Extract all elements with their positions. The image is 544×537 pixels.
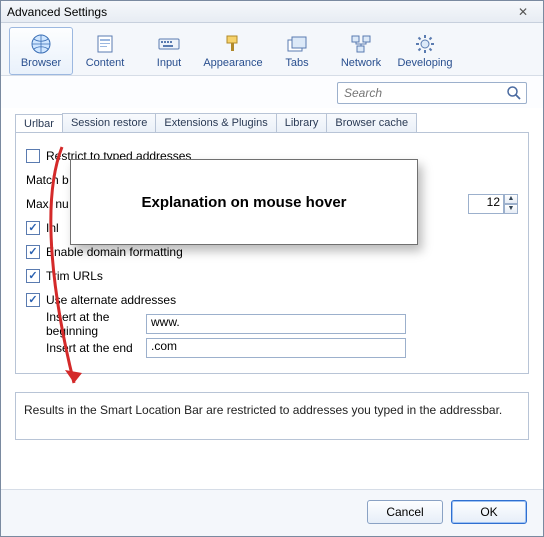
tabstrip: Urlbar Session restore Extensions & Plug… xyxy=(15,108,529,132)
checkbox-altaddr[interactable] xyxy=(26,293,40,307)
spinner-max[interactable]: 12 ▲ ▼ xyxy=(468,194,518,214)
help-description: Results in the Smart Location Bar are re… xyxy=(15,392,529,440)
network-icon xyxy=(350,33,372,55)
dialog-buttons: Cancel OK xyxy=(1,489,543,536)
search-icon xyxy=(506,85,522,101)
toolbar-label: Content xyxy=(86,57,125,69)
label-domainfmt: Enable domain formatting xyxy=(46,245,183,259)
checkbox-restrict[interactable] xyxy=(26,149,40,163)
row-insert-begin: Insert at the beginning www. xyxy=(26,313,518,335)
search-box[interactable] xyxy=(337,82,527,104)
tabs-icon xyxy=(286,33,308,55)
toolbar-label: Input xyxy=(157,57,181,69)
spinner-value[interactable]: 12 xyxy=(468,194,504,214)
document-icon xyxy=(94,33,116,55)
input-insert-end[interactable]: .com xyxy=(146,338,406,358)
spinner-up-icon[interactable]: ▲ xyxy=(504,194,518,204)
row-trim: Trim URLs xyxy=(26,265,518,287)
keyboard-icon xyxy=(158,33,180,55)
row-altaddr: Use alternate addresses xyxy=(26,289,518,311)
toolbar-item-input[interactable]: Input xyxy=(137,27,201,75)
tab-urlbar[interactable]: Urlbar xyxy=(15,114,63,133)
tab-browser-cache[interactable]: Browser cache xyxy=(326,113,417,132)
panel-urlbar: Restrict to typed addresses Match b Max.… xyxy=(15,132,529,374)
close-icon[interactable]: ✕ xyxy=(509,5,537,19)
tab-extensions-plugins[interactable]: Extensions & Plugins xyxy=(155,113,276,132)
window: Advanced Settings ✕ Browser Content Inpu… xyxy=(0,0,544,537)
label-altaddr: Use alternate addresses xyxy=(46,293,176,307)
checkbox-trim[interactable] xyxy=(26,269,40,283)
paint-icon xyxy=(222,33,244,55)
checkbox-inline[interactable] xyxy=(26,221,40,235)
annotation-tooltip-text: Explanation on mouse hover xyxy=(141,194,346,211)
toolbar-label: Network xyxy=(341,57,381,69)
toolbar-item-network[interactable]: Network xyxy=(329,27,393,75)
window-title: Advanced Settings xyxy=(7,5,107,19)
toolbar-label: Developing xyxy=(397,57,452,69)
annotation-tooltip: Explanation on mouse hover xyxy=(70,159,418,245)
search-row xyxy=(1,76,543,108)
toolbar-item-developing[interactable]: Developing xyxy=(393,27,457,75)
tab-library[interactable]: Library xyxy=(276,113,328,132)
toolbar-item-browser[interactable]: Browser xyxy=(9,27,73,75)
label-insert-begin: Insert at the beginning xyxy=(26,310,146,338)
globe-icon xyxy=(30,33,52,55)
label-insert-end: Insert at the end xyxy=(26,341,146,355)
titlebar: Advanced Settings ✕ xyxy=(1,1,543,23)
label-max: Max. nu xyxy=(26,197,69,211)
search-input[interactable] xyxy=(342,85,506,101)
ok-button[interactable]: OK xyxy=(451,500,527,524)
cancel-button[interactable]: Cancel xyxy=(367,500,443,524)
checkbox-domainfmt[interactable] xyxy=(26,245,40,259)
toolbar-label: Appearance xyxy=(203,57,262,69)
content-area: Urlbar Session restore Extensions & Plug… xyxy=(1,108,543,489)
label-inline: Inl xyxy=(46,221,59,235)
toolbar-item-content[interactable]: Content xyxy=(73,27,137,75)
row-insert-end: Insert at the end .com xyxy=(26,337,518,359)
toolbar-label: Browser xyxy=(21,57,61,69)
gear-icon xyxy=(414,33,436,55)
toolbar-label: Tabs xyxy=(285,57,308,69)
toolbar: Browser Content Input Appearance Tabs xyxy=(1,23,543,76)
tab-session-restore[interactable]: Session restore xyxy=(62,113,156,132)
input-insert-begin[interactable]: www. xyxy=(146,314,406,334)
label-match: Match b xyxy=(26,173,69,187)
toolbar-item-appearance[interactable]: Appearance xyxy=(201,27,265,75)
label-trim: Trim URLs xyxy=(46,269,103,283)
toolbar-item-tabs[interactable]: Tabs xyxy=(265,27,329,75)
help-text: Results in the Smart Location Bar are re… xyxy=(24,403,502,417)
spinner-down-icon[interactable]: ▼ xyxy=(504,204,518,214)
